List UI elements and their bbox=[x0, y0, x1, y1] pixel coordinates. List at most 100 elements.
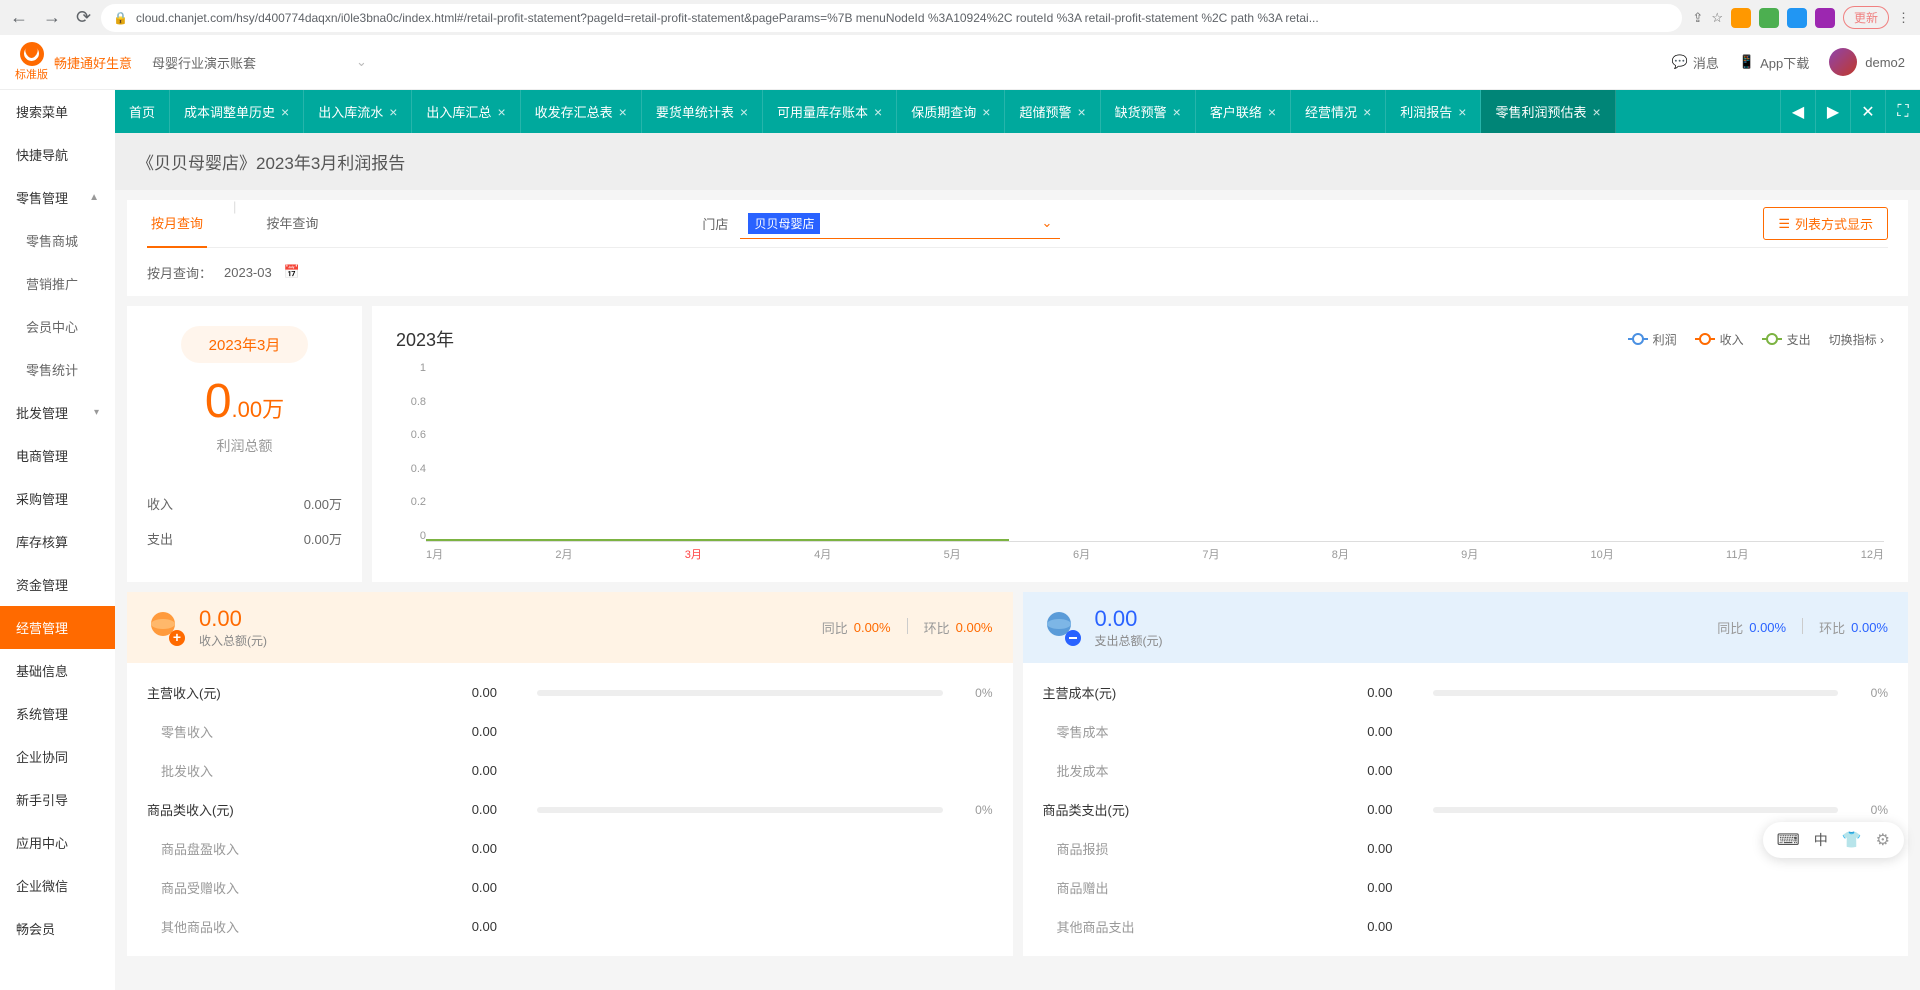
close-icon[interactable]: × bbox=[1592, 104, 1600, 120]
sidebar-item[interactable]: 零售统计 bbox=[0, 348, 115, 391]
forward-icon[interactable]: → bbox=[43, 7, 61, 28]
reload-icon[interactable]: ⟳ bbox=[76, 7, 91, 28]
shirt-icon[interactable]: 👕 bbox=[1842, 830, 1862, 850]
ext-icon-3[interactable] bbox=[1787, 8, 1807, 28]
page-title: 《贝贝母婴店》2023年3月利润报告 bbox=[115, 133, 1920, 190]
legend-expense[interactable]: 支出 bbox=[1762, 331, 1811, 348]
float-tools[interactable]: ⌨ 中 👕 ⚙ bbox=[1763, 822, 1904, 858]
legend-profit[interactable]: 利润 bbox=[1628, 331, 1677, 348]
sidebar-item[interactable]: 电商管理 bbox=[0, 434, 115, 477]
star-icon[interactable]: ☆ bbox=[1711, 10, 1723, 26]
url-bar[interactable]: 🔒 cloud.chanjet.com/hsy/d400774daqxn/i0l… bbox=[101, 4, 1682, 32]
browser-nav: ← → ⟳ bbox=[10, 7, 91, 28]
sidebar-item[interactable]: 库存核算 bbox=[0, 520, 115, 563]
sidebar-item[interactable]: 采购管理 bbox=[0, 477, 115, 520]
close-icon[interactable]: × bbox=[1458, 104, 1466, 120]
close-icon[interactable]: × bbox=[982, 104, 990, 120]
sidebar-item[interactable]: 营销推广 bbox=[0, 262, 115, 305]
income-panel: + 0.00 收入总额(元) 同比0.00% 环比0.00% 主营收入(元)0.… bbox=[127, 592, 1013, 956]
tab[interactable]: 缺货预警× bbox=[1101, 90, 1196, 133]
sidebar-item[interactable]: 应用中心 bbox=[0, 821, 115, 864]
tab[interactable]: 出入库流水× bbox=[304, 90, 412, 133]
close-icon[interactable]: × bbox=[619, 104, 627, 120]
tab[interactable]: 出入库汇总× bbox=[412, 90, 520, 133]
tab[interactable]: 经营情况× bbox=[1291, 90, 1386, 133]
tab[interactable]: 成本调整单历史× bbox=[170, 90, 304, 133]
close-icon[interactable]: × bbox=[874, 104, 882, 120]
data-row: 商品类收入(元)0.000% bbox=[127, 790, 1013, 829]
chevron-down-icon: ⌄ bbox=[1042, 215, 1053, 231]
tab-close-all[interactable]: ✕ bbox=[1850, 90, 1885, 133]
legend-income[interactable]: 收入 bbox=[1695, 331, 1744, 348]
close-icon[interactable]: × bbox=[740, 104, 748, 120]
sidebar-item[interactable]: 零售管理▲ bbox=[0, 176, 115, 219]
tab[interactable]: 首页 bbox=[115, 90, 170, 133]
settings-icon[interactable]: ⚙ bbox=[1876, 830, 1890, 850]
ext-icon-4[interactable] bbox=[1815, 8, 1835, 28]
tab-scroll-right[interactable]: ▶ bbox=[1815, 90, 1850, 133]
filter-bar: 按月查询 | 按年查询 门店 贝贝母婴店 ⌄ ☰ 列表方式显示 按月查询： bbox=[127, 200, 1908, 296]
list-icon: ☰ bbox=[1778, 216, 1790, 232]
message-button[interactable]: 💬 消息 bbox=[1672, 53, 1719, 72]
shop-dropdown[interactable]: 贝贝母婴店 ⌄ bbox=[740, 209, 1060, 239]
tenant-select[interactable]: 母婴行业演示账套 ⌄ bbox=[152, 53, 367, 72]
sidebar-item[interactable]: 资金管理 bbox=[0, 563, 115, 606]
shop-value: 贝贝母婴店 bbox=[748, 213, 820, 234]
expense-total-label: 支出总额(元) bbox=[1095, 632, 1163, 649]
close-icon[interactable]: × bbox=[1268, 104, 1276, 120]
ime-lang[interactable]: 中 bbox=[1814, 830, 1828, 850]
ext-icon-2[interactable] bbox=[1759, 8, 1779, 28]
close-icon[interactable]: × bbox=[1077, 104, 1085, 120]
sidebar-item[interactable]: 系统管理 bbox=[0, 692, 115, 735]
tab[interactable]: 收发存汇总表× bbox=[521, 90, 642, 133]
tab-fullscreen[interactable]: ⛶ bbox=[1885, 90, 1920, 133]
calendar-icon[interactable]: 📅 bbox=[284, 264, 300, 280]
share-icon[interactable]: ⇪ bbox=[1692, 10, 1703, 26]
data-row: 主营成本(元)0.000% bbox=[1023, 673, 1909, 712]
sidebar-item[interactable]: 基础信息 bbox=[0, 649, 115, 692]
tab[interactable]: 客户联络× bbox=[1196, 90, 1291, 133]
close-icon[interactable]: × bbox=[497, 104, 505, 120]
sidebar-item[interactable]: 批发管理▾ bbox=[0, 391, 115, 434]
sidebar-item[interactable]: 新手引导 bbox=[0, 778, 115, 821]
sidebar-item[interactable]: 经营管理 bbox=[0, 606, 115, 649]
sidebar-item[interactable]: 企业微信 bbox=[0, 864, 115, 907]
close-icon[interactable]: × bbox=[281, 104, 289, 120]
keyboard-icon[interactable]: ⌨ bbox=[1777, 830, 1800, 850]
url-text: cloud.chanjet.com/hsy/d400774daqxn/i0le3… bbox=[136, 11, 1319, 25]
close-icon[interactable]: × bbox=[389, 104, 397, 120]
sidebar-item[interactable]: 零售商城 bbox=[0, 219, 115, 262]
tab-scroll-left[interactable]: ◀ bbox=[1780, 90, 1815, 133]
sidebar-item[interactable]: 企业协同 bbox=[0, 735, 115, 778]
sidebar-item[interactable]: 快捷导航 bbox=[0, 133, 115, 176]
tab[interactable]: 零售利润预估表× bbox=[1481, 90, 1615, 133]
edition-label: 标准版 bbox=[15, 66, 48, 82]
tab[interactable]: 超储预警× bbox=[1005, 90, 1100, 133]
filter-tab-month[interactable]: 按月查询 bbox=[147, 199, 207, 248]
user-info[interactable]: demo2 bbox=[1829, 48, 1905, 76]
expense-icon bbox=[1043, 608, 1083, 648]
close-icon[interactable]: × bbox=[1363, 104, 1371, 120]
tab[interactable]: 要货单统计表× bbox=[642, 90, 763, 133]
app-download-button[interactable]: 📱 App下载 bbox=[1739, 53, 1809, 72]
sidebar-item[interactable]: 畅会员 bbox=[0, 907, 115, 950]
close-icon[interactable]: × bbox=[1173, 104, 1181, 120]
menu-icon[interactable]: ⋮ bbox=[1897, 10, 1910, 26]
sidebar-item[interactable]: 搜索菜单 bbox=[0, 90, 115, 133]
update-badge[interactable]: 更新 bbox=[1843, 6, 1889, 29]
filter-tab-year[interactable]: 按年查询 bbox=[262, 199, 322, 248]
logo[interactable]: 标准版 畅捷通好生意 bbox=[15, 42, 132, 82]
income-total: 0.00 bbox=[199, 606, 267, 632]
sidebar-item[interactable]: 会员中心 bbox=[0, 305, 115, 348]
income-body: 主营收入(元)0.000%零售收入0.00批发收入0.00商品类收入(元)0.0… bbox=[127, 663, 1013, 956]
back-icon[interactable]: ← bbox=[10, 7, 28, 28]
list-view-button[interactable]: ☰ 列表方式显示 bbox=[1763, 207, 1888, 240]
data-row: 商品赠出0.00 bbox=[1023, 868, 1909, 907]
switch-metric-button[interactable]: 切换指标 › bbox=[1829, 331, 1884, 348]
tab[interactable]: 利润报告× bbox=[1386, 90, 1481, 133]
ext-icon-1[interactable] bbox=[1731, 8, 1751, 28]
avatar bbox=[1829, 48, 1857, 76]
tab[interactable]: 保质期查询× bbox=[897, 90, 1005, 133]
tab[interactable]: 可用量库存账本× bbox=[763, 90, 897, 133]
chart-title: 2023年 bbox=[396, 326, 454, 352]
